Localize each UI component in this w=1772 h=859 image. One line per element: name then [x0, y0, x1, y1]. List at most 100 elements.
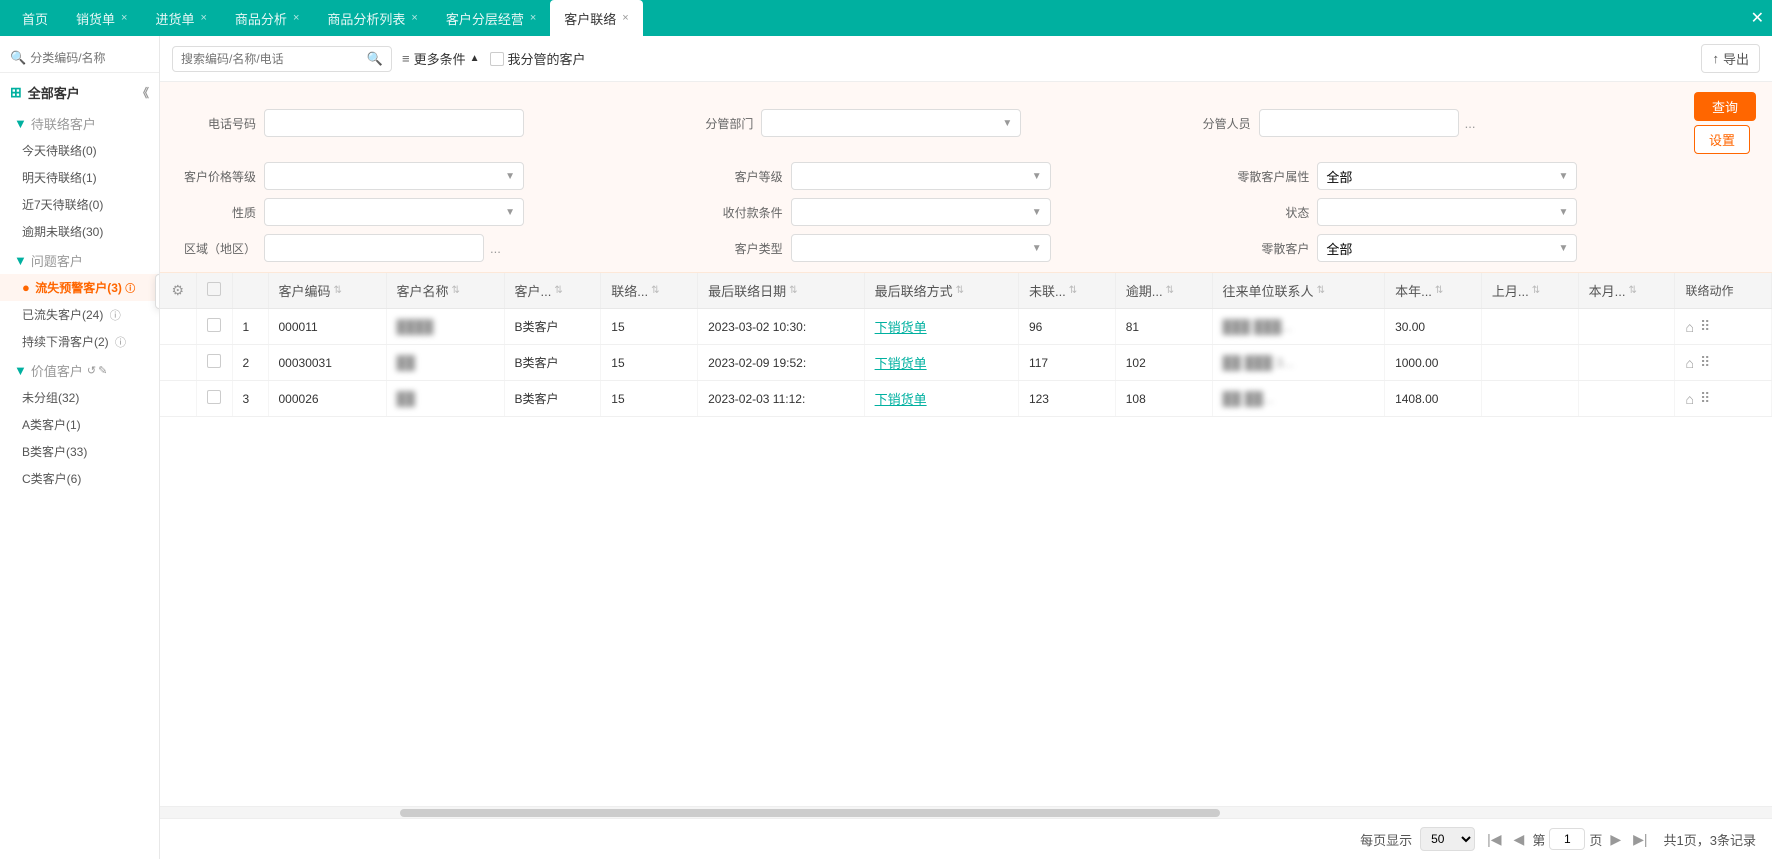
tab-purchase[interactable]: 进货单 ×: [141, 0, 220, 36]
sidebar-item-ungrouped[interactable]: 未分组(32): [0, 384, 159, 411]
manager-ellipsis[interactable]: ...: [1459, 116, 1482, 131]
sort-type[interactable]: 客户... ⇅: [515, 281, 591, 300]
h-scrollbar[interactable]: [160, 806, 1772, 818]
phone-input[interactable]: [264, 109, 524, 137]
dept-select[interactable]: ▼: [761, 109, 1021, 137]
tab-home[interactable]: 首页: [8, 0, 62, 36]
table-row: 1 000011 ████ B类客户 15 2023-03-02 10:30: …: [160, 309, 1772, 345]
retail-customer-select[interactable]: 全部 ▼: [1317, 234, 1577, 262]
sidebar-search-input[interactable]: [30, 51, 149, 65]
sidebar-item-tomorrow-contact[interactable]: 明天待联络(1): [0, 164, 159, 191]
sort-not-contact[interactable]: 未联... ⇅: [1029, 281, 1105, 300]
status-select[interactable]: ▼: [1317, 198, 1577, 226]
search-submit-btn[interactable]: 🔍: [367, 51, 383, 67]
first-page-btn[interactable]: |◀: [1483, 829, 1505, 850]
tab-customer-segment-close[interactable]: ×: [530, 12, 536, 24]
last-page-btn[interactable]: ▶|: [1629, 829, 1651, 850]
sidebar-item-today-contact[interactable]: 今天待联络(0): [0, 137, 159, 164]
row3-checkbox[interactable]: [207, 390, 221, 404]
table-settings-icon[interactable]: ⚙: [171, 282, 184, 298]
tab-bar: 首页 销货单 × 进货单 × 商品分析 × 商品分析列表 × 客户分层经营 × …: [0, 0, 1772, 36]
sidebar-item-churned[interactable]: 已流失客户(24) ⓘ: [0, 301, 159, 328]
tab-sales[interactable]: 销货单 ×: [62, 0, 141, 36]
tab-analysis[interactable]: 商品分析 ×: [221, 0, 313, 36]
sort-this-year[interactable]: 本年... ⇅: [1395, 281, 1471, 300]
search-input[interactable]: [181, 52, 363, 66]
row1-checkbox[interactable]: [207, 318, 221, 332]
more-conditions-btn[interactable]: ≡ 更多条件 ▲: [402, 49, 480, 68]
sort-contacts[interactable]: 联络... ⇅: [611, 281, 687, 300]
query-btn[interactable]: 查询: [1694, 92, 1756, 121]
declining-info-icon[interactable]: ⓘ: [115, 337, 126, 349]
group-problem-customers[interactable]: ▼ 问题客户: [0, 245, 159, 274]
region-ellipsis[interactable]: ...: [484, 241, 507, 256]
sort-last-date[interactable]: 最后联络日期 ⇅: [708, 281, 854, 300]
manager-select[interactable]: [1259, 109, 1459, 137]
sidebar-collapse-btn[interactable]: 《: [137, 84, 149, 101]
sort-last-way[interactable]: 最后联络方式 ⇅: [875, 281, 1008, 300]
row2-last-month: [1481, 345, 1578, 381]
row1-link[interactable]: 下销货单: [875, 320, 927, 335]
sidebar-item-overdue-contact[interactable]: 逾期未联络(30): [0, 218, 159, 245]
row3-link[interactable]: 下销货单: [875, 392, 927, 407]
region-select[interactable]: [264, 234, 484, 262]
select-all-checkbox[interactable]: [207, 282, 221, 296]
churned-info-icon[interactable]: ⓘ: [110, 310, 121, 322]
sort-last-month[interactable]: 上月... ⇅: [1492, 281, 1568, 300]
payment-select[interactable]: ▼: [791, 198, 1051, 226]
row2-link[interactable]: 下销货单: [875, 356, 927, 371]
sidebar-item-class-b[interactable]: B类客户(33): [0, 438, 159, 465]
h-scroll-thumb[interactable]: [400, 809, 1220, 817]
tab-analysis-list-close[interactable]: ×: [411, 12, 417, 24]
sort-name[interactable]: 客户名称 ⇅: [397, 281, 494, 300]
window-close-btn[interactable]: ✕: [1751, 8, 1764, 28]
group-pending-contact[interactable]: ▼ 待联络客户: [0, 108, 159, 137]
sort-code[interactable]: 客户编码 ⇅: [279, 281, 376, 300]
row2-more-icon[interactable]: ⠿: [1700, 354, 1710, 371]
price-level-select[interactable]: ▼: [264, 162, 524, 190]
sidebar-item-week-contact[interactable]: 近7天待联络(0): [0, 191, 159, 218]
tab-purchase-close[interactable]: ×: [200, 12, 206, 24]
filter-settings-btn[interactable]: 设置: [1694, 125, 1750, 154]
sidebar-item-declining[interactable]: 持续下滑客户(2) ⓘ: [0, 328, 159, 355]
filter-icon: ≡: [402, 51, 410, 66]
row1-more-icon[interactable]: ⠿: [1700, 318, 1710, 335]
tab-sales-close[interactable]: ×: [121, 12, 127, 24]
tab-analysis-close[interactable]: ×: [293, 12, 299, 24]
value-edit-icon[interactable]: ✎: [98, 364, 107, 377]
sort-overdue[interactable]: 逾期... ⇅: [1126, 281, 1202, 300]
customer-level-select[interactable]: ▼: [791, 162, 1051, 190]
all-customers-header[interactable]: ⊞ 全部客户 《: [0, 77, 159, 108]
customer-type-select[interactable]: ▼: [791, 234, 1051, 262]
tab-customer-segment[interactable]: 客户分层经营 ×: [432, 0, 550, 36]
row2-name-blurred: ██: [397, 355, 415, 370]
tab-customer-link-close[interactable]: ×: [622, 12, 628, 24]
page-input[interactable]: [1549, 828, 1585, 850]
row3-contact-icon[interactable]: ⌂: [1685, 391, 1693, 407]
per-page-select[interactable]: 50 100 200: [1420, 827, 1475, 851]
tab-customer-link[interactable]: 客户联络 ×: [550, 0, 642, 36]
sidebar-item-class-c[interactable]: C类客户(6): [0, 465, 159, 492]
filter-row-4: 区域（地区） ... 客户类型 ▼ 零散客户: [176, 234, 1756, 262]
value-refresh-icon[interactable]: ↺: [87, 364, 96, 377]
sidebar-item-churn-warning[interactable]: ● 流失预警客户(3) ⓘ: [0, 274, 159, 301]
sort-this-month[interactable]: 本月... ⇅: [1589, 281, 1665, 300]
row2-checkbox[interactable]: [207, 354, 221, 368]
row2-contact-icon[interactable]: ⌂: [1685, 355, 1693, 371]
row1-contact-icon[interactable]: ⌂: [1685, 319, 1693, 335]
dept-arrow-icon: ▼: [1002, 118, 1012, 129]
retail-attr-select[interactable]: 全部 ▼: [1317, 162, 1577, 190]
next-page-btn[interactable]: ▶: [1606, 829, 1625, 850]
prev-page-btn[interactable]: ◀: [1510, 829, 1529, 850]
row3-index: 3: [232, 381, 268, 417]
tab-analysis-list[interactable]: 商品分析列表 ×: [313, 0, 431, 36]
sidebar-item-class-a[interactable]: A类客户(1): [0, 411, 159, 438]
sort-overdue-icon: ⇅: [1166, 285, 1174, 296]
group-value-customers[interactable]: ▼ 价值客户 ↺ ✎: [0, 355, 159, 384]
export-btn[interactable]: ↑ 导出: [1701, 44, 1760, 73]
nature-select[interactable]: ▼: [264, 198, 524, 226]
my-customers-checkbox[interactable]: 我分管的客户: [490, 49, 586, 68]
sort-unit-contacts[interactable]: 往来单位联系人 ⇅: [1223, 281, 1375, 300]
customer-table: ⚙ 客户编码 ⇅: [160, 273, 1772, 417]
row3-more-icon[interactable]: ⠿: [1700, 390, 1710, 407]
